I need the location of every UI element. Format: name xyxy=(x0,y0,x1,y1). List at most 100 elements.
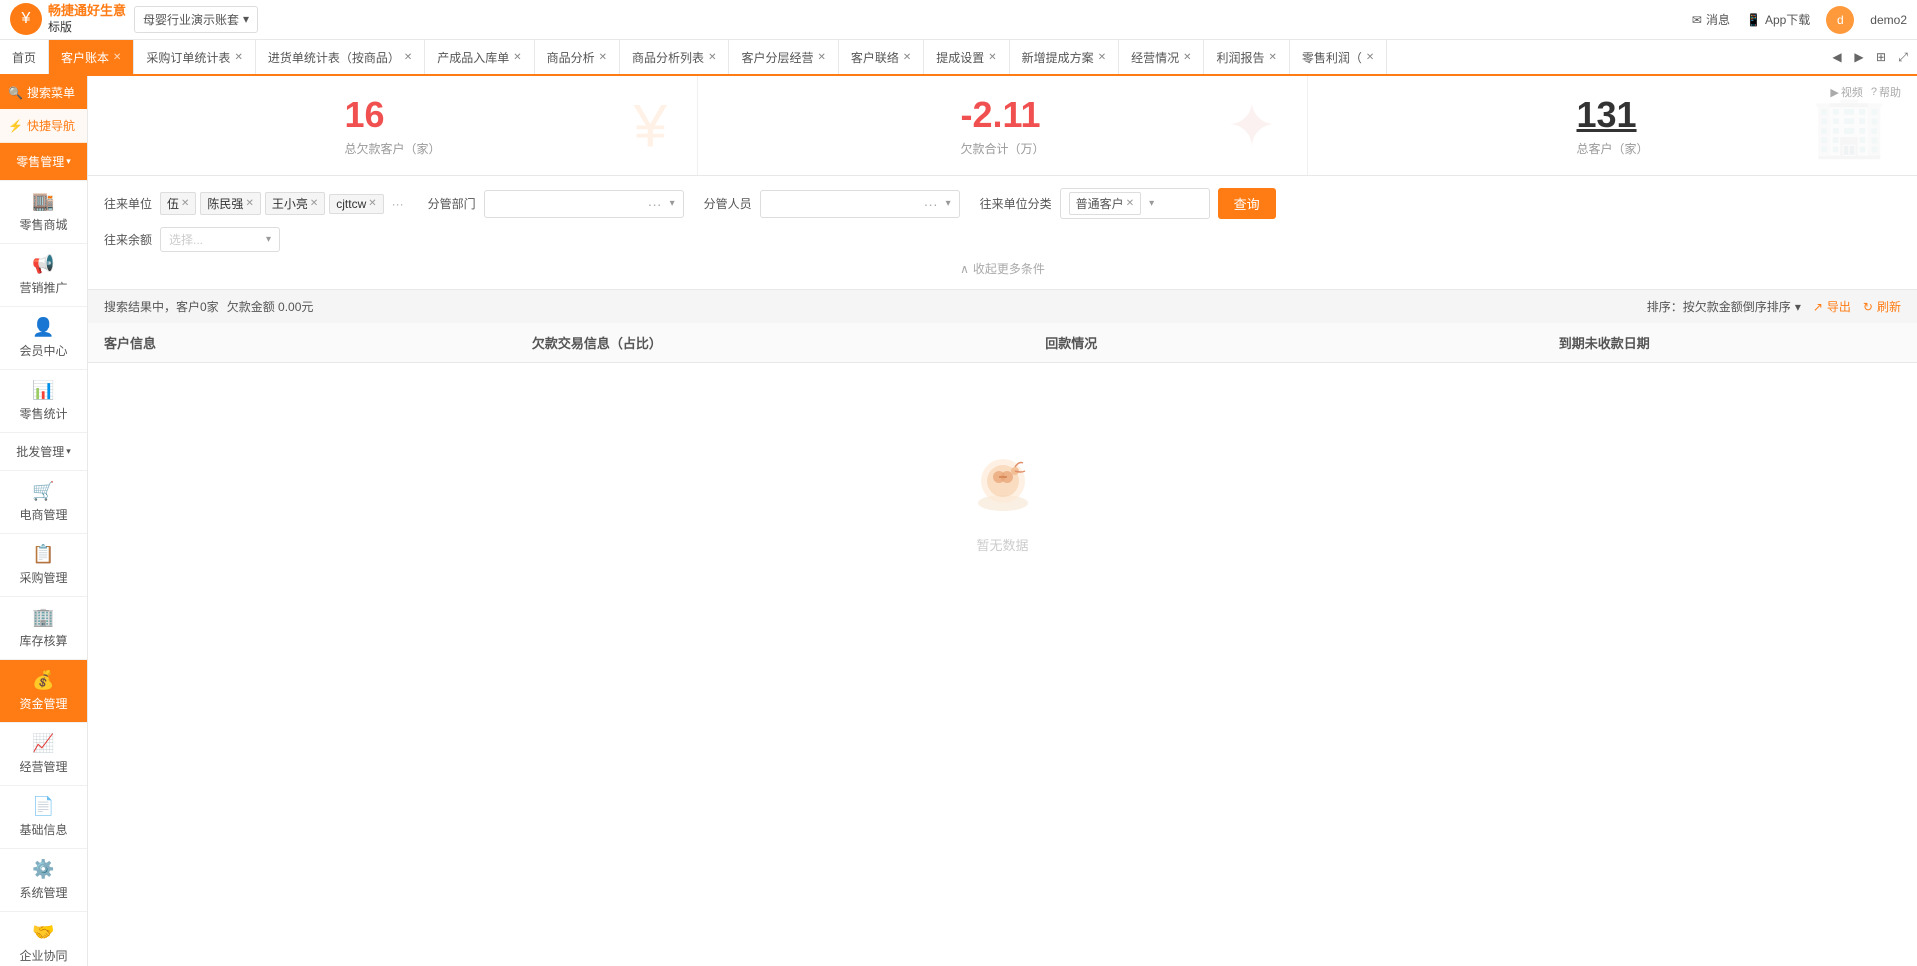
sidebar-item-basic-info[interactable]: 📄 基础信息 xyxy=(0,786,87,849)
sidebar-item-quick-nav[interactable]: ⚡ 快捷导航 xyxy=(0,109,87,143)
inventory-label: 库存核算 xyxy=(19,632,67,649)
filter-tag-wang[interactable]: 王小亮 ✕ xyxy=(265,192,325,215)
tab-product-analysis-list[interactable]: 商品分析列表 ✕ xyxy=(620,40,729,75)
close-icon[interactable]: ✕ xyxy=(903,52,911,63)
fullscreen-button[interactable]: ⤢ xyxy=(1893,47,1913,67)
collapse-label: 收起更多条件 xyxy=(973,260,1045,277)
tab-customer-contact[interactable]: 客户联络 ✕ xyxy=(839,40,924,75)
company-name: 母婴行业演示账套 xyxy=(143,11,239,28)
results-bar: 搜索结果中，客户0家 欠款金额 0.00元 排序：按欠款金额倒序排序 ▾ ↗ 导… xyxy=(88,290,1917,323)
remaining-filter-label: 往来余额 xyxy=(104,231,152,248)
sidebar-item-search-menu[interactable]: 🔍 搜索菜单 xyxy=(0,76,87,109)
sidebar-item-system-mgmt[interactable]: ⚙️ 系统管理 xyxy=(0,849,87,912)
tab-new-raise-plan[interactable]: 新增提成方案 ✕ xyxy=(1010,40,1119,75)
tab-raise-settings[interactable]: 提成设置 ✕ xyxy=(924,40,1009,75)
tag-wu-close[interactable]: ✕ xyxy=(181,198,189,209)
app-download-action[interactable]: 📱 App下载 xyxy=(1746,11,1810,28)
tab-customer-segment[interactable]: 客户分层经营 ✕ xyxy=(729,40,838,75)
prev-tab-button[interactable]: ◀ xyxy=(1827,47,1847,67)
close-icon[interactable]: ✕ xyxy=(234,52,242,63)
query-button[interactable]: 查询 xyxy=(1218,188,1276,219)
export-button[interactable]: ↗ 导出 xyxy=(1813,298,1851,315)
close-icon[interactable]: ✕ xyxy=(599,52,607,63)
filter-tag-chen[interactable]: 陈民强 ✕ xyxy=(200,192,260,215)
close-icon[interactable]: ✕ xyxy=(708,52,716,63)
sidebar-item-inventory-check[interactable]: 🏢 库存核算 xyxy=(0,597,87,660)
sidebar-item-wholesale-mgmt[interactable]: 批发管理 ▾ xyxy=(0,433,87,471)
retail-mall-icon: 🏬 xyxy=(32,191,54,212)
content-area: ▶ 视频 ? 帮助 ¥ 16 总欠款客户（家） ✦ -2.11 xyxy=(88,76,1917,966)
sidebar-item-retail-mall[interactable]: 🏬 零售商城 xyxy=(0,181,87,244)
close-icon[interactable]: ✕ xyxy=(404,52,412,63)
person-dots[interactable]: ··· xyxy=(920,194,942,214)
top-bar-right: ✉ 消息 📱 App下载 d demo2 xyxy=(1692,6,1907,34)
sidebar-item-member[interactable]: 👤 会员中心 xyxy=(0,307,87,370)
ecommerce-icon: 🛒 xyxy=(32,481,54,502)
company-selector[interactable]: 母婴行业演示账套 ▾ xyxy=(134,6,258,33)
sidebar-item-retail-mgmt[interactable]: 零售管理 ▾ xyxy=(0,143,87,181)
sidebar-item-purchase-mgmt[interactable]: 📋 采购管理 xyxy=(0,534,87,597)
filter-row-1: 往来单位 伍 ✕ 陈民强 ✕ 王小亮 ✕ cjttcw xyxy=(104,188,1901,219)
sidebar: 🔍 搜索菜单 ⚡ 快捷导航 零售管理 ▾ 🏬 零售商城 📢 营销推广 👤 会员中… xyxy=(0,76,88,966)
close-icon[interactable]: ✕ xyxy=(817,52,825,63)
collapse-button[interactable]: ∧ 收起更多条件 xyxy=(960,260,1045,277)
tab-purchase-order[interactable]: 采购订单统计表 ✕ xyxy=(134,40,255,75)
sidebar-item-marketing[interactable]: 📢 营销推广 xyxy=(0,244,87,307)
help-link[interactable]: ? 帮助 xyxy=(1871,84,1901,100)
video-link[interactable]: ▶ 视频 xyxy=(1830,84,1862,100)
next-tab-button[interactable]: ▶ xyxy=(1849,47,1869,67)
close-icon[interactable]: ✕ xyxy=(1366,52,1374,63)
refresh-button[interactable]: ↻ 刷新 xyxy=(1863,298,1901,315)
tab-product-inbound[interactable]: 产成品入库单 ✕ xyxy=(425,40,534,75)
sidebar-item-ecommerce-mgmt[interactable]: 🛒 电商管理 xyxy=(0,471,87,534)
filter-tag-wu[interactable]: 伍 ✕ xyxy=(160,192,196,215)
tab-profit-report[interactable]: 利润报告 ✕ xyxy=(1204,40,1289,75)
dept-filter-label: 分管部门 xyxy=(428,195,476,212)
sidebar-item-enterprise-collab[interactable]: 🤝 企业协同 xyxy=(0,912,87,966)
tag-wang-close[interactable]: ✕ xyxy=(310,198,318,209)
wholesale-mgmt-label: 批发管理 xyxy=(16,443,64,460)
sidebar-item-operation-mgmt[interactable]: 📈 经营管理 xyxy=(0,723,87,786)
avatar[interactable]: d xyxy=(1826,6,1854,34)
all-customers-label: 总客户（家） xyxy=(1576,140,1648,157)
remaining-select[interactable]: 选择... ▾ xyxy=(160,227,280,252)
category-tag-close[interactable]: ✕ xyxy=(1126,198,1134,209)
stat-bg-icon-debt: ✦ xyxy=(1227,91,1277,161)
tab-incoming-stats[interactable]: 进货单统计表（按商品） ✕ xyxy=(256,40,425,75)
retail-stats-icon: 📊 xyxy=(32,380,54,401)
category-tag[interactable]: 普通客户 ✕ xyxy=(1069,192,1141,215)
filter-tag-cj[interactable]: cjttcw ✕ xyxy=(329,194,383,214)
close-icon[interactable]: ✕ xyxy=(1183,52,1191,63)
tab-incoming-stats-label: 进货单统计表（按商品） xyxy=(268,49,400,66)
close-icon[interactable]: ✕ xyxy=(988,52,996,63)
unit-category-select[interactable]: 普通客户 ✕ ▾ xyxy=(1060,188,1210,219)
sidebar-item-fund-mgmt[interactable]: 💰 资金管理 xyxy=(0,660,87,723)
inventory-icon: 🏢 xyxy=(32,607,54,628)
stat-all-customers-values: 131 总客户（家） xyxy=(1576,94,1648,157)
empty-text: 暂无数据 xyxy=(976,535,1028,554)
fund-label: 资金管理 xyxy=(19,695,67,712)
expand-tabs-button[interactable]: ⊞ xyxy=(1871,47,1891,67)
close-icon[interactable]: ✕ xyxy=(1269,52,1277,63)
person-select[interactable]: ··· ▾ xyxy=(760,190,960,218)
close-icon[interactable]: ✕ xyxy=(1098,52,1106,63)
message-action[interactable]: ✉ 消息 xyxy=(1692,11,1730,28)
tab-home[interactable]: 首页 xyxy=(0,40,49,75)
filter-more-btn[interactable]: ··· xyxy=(388,195,408,213)
system-icon: ⚙️ xyxy=(32,859,54,880)
stat-total-customers: ¥ 16 总欠款客户（家） xyxy=(88,76,698,175)
tag-chen-close[interactable]: ✕ xyxy=(245,198,253,209)
dept-dots[interactable]: ··· xyxy=(644,194,666,214)
tab-product-analysis[interactable]: 商品分析 ✕ xyxy=(535,40,620,75)
tab-operation-status[interactable]: 经营情况 ✕ xyxy=(1119,40,1204,75)
tab-retail-profit[interactable]: 零售利润（ ✕ xyxy=(1290,40,1387,75)
all-customers-number: 131 xyxy=(1576,94,1636,136)
tab-customer-accounts[interactable]: 客户账本 ✕ xyxy=(49,40,134,75)
table-area: 客户信息 欠款交易信息（占比） 回款情况 到期未收款日期 xyxy=(88,323,1917,966)
sidebar-item-retail-stats[interactable]: 📊 零售统计 xyxy=(0,370,87,433)
dept-select[interactable]: ··· ▾ xyxy=(484,190,684,218)
sort-selector[interactable]: 排序：按欠款金额倒序排序 ▾ xyxy=(1647,298,1801,315)
close-icon[interactable]: ✕ xyxy=(113,52,121,63)
tag-cj-close[interactable]: ✕ xyxy=(368,198,376,209)
close-icon[interactable]: ✕ xyxy=(513,52,521,63)
